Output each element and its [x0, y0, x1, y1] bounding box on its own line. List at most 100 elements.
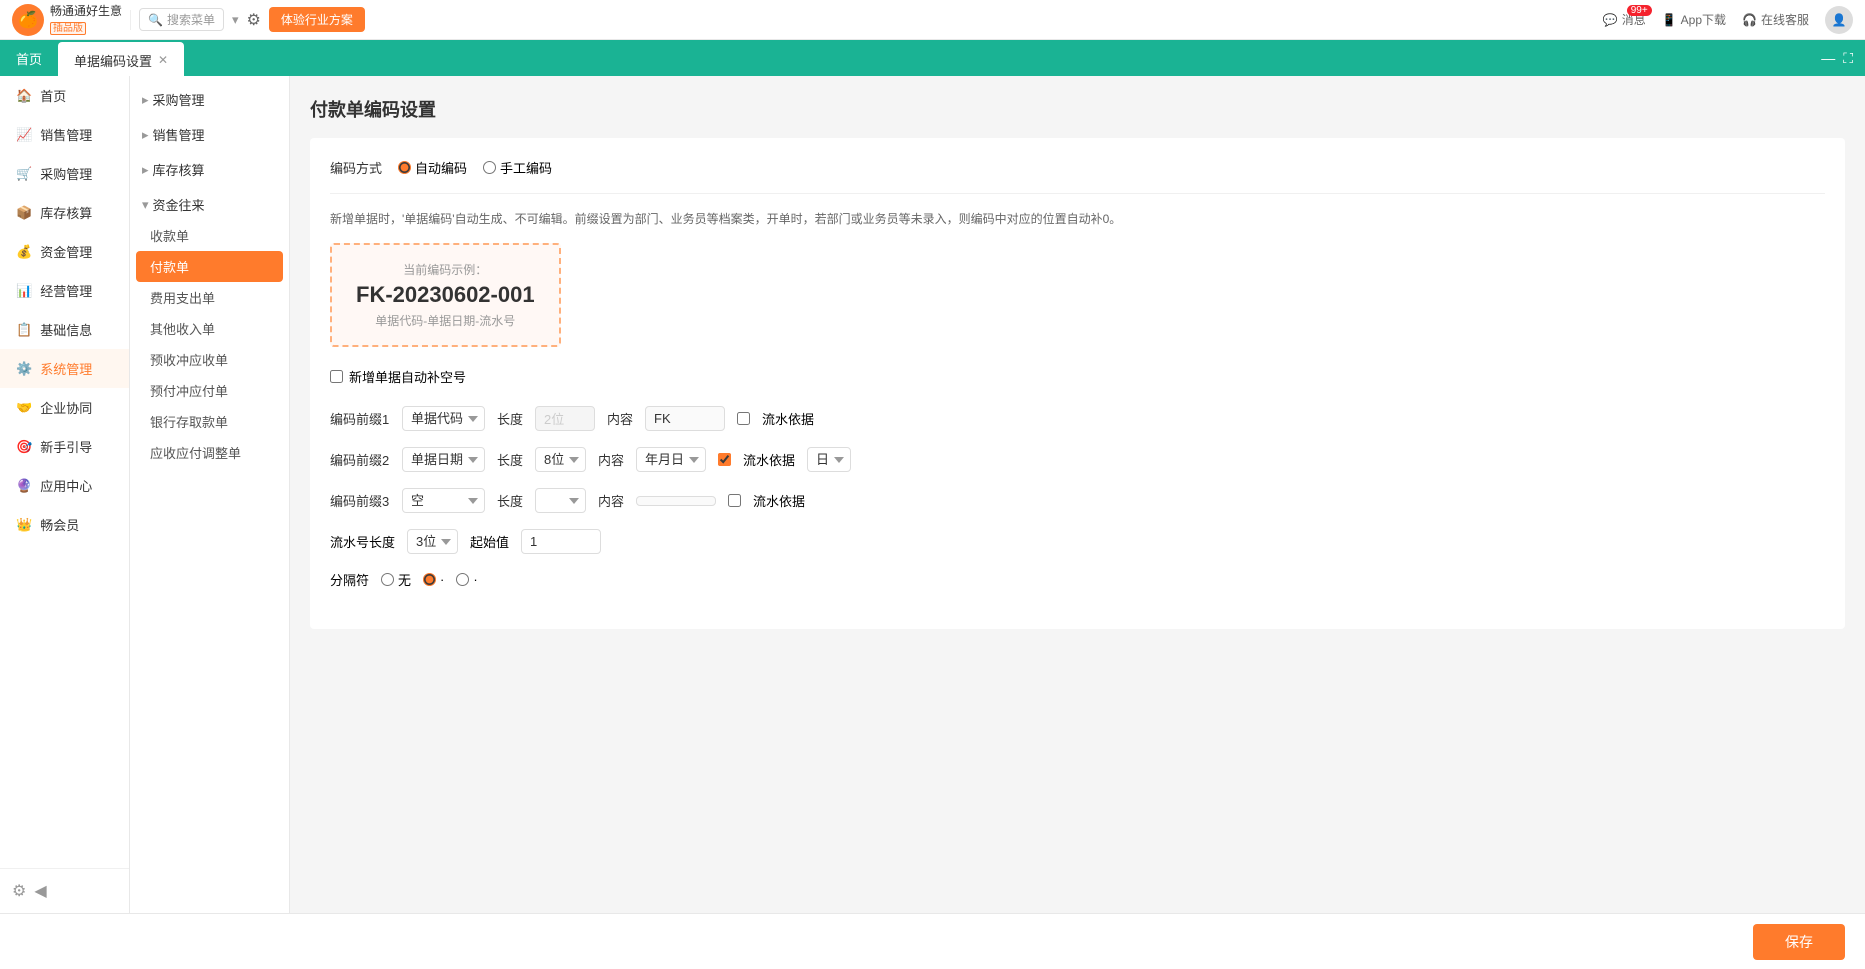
sub-nav-adjust[interactable]: 应收应付调整单 [130, 437, 289, 468]
length1-input [535, 406, 595, 431]
sub-nav-group-purchase: 采购管理 [130, 84, 289, 115]
sub-nav-payment[interactable]: 付款单 [136, 251, 283, 282]
content2-select[interactable]: 年月日 年月 年 [636, 447, 706, 472]
sub-nav-advance-receipt[interactable]: 预收冲应收单 [130, 344, 289, 375]
serial-length-select[interactable]: 3位 4位 5位 [407, 529, 458, 554]
auto-fill-checkbox[interactable] [330, 370, 343, 383]
minimize-icon[interactable]: — [1821, 50, 1835, 67]
sub-nav-finance-title[interactable]: 资金往来 [130, 189, 289, 220]
service-icon: 🎧 [1742, 13, 1757, 27]
content2-label: 内容 [598, 450, 624, 469]
logo-tag: 插品版 [50, 22, 86, 35]
serial1-label: 流水依据 [762, 409, 814, 428]
sidebar: 🏠 首页 📈 销售管理 🛒 采购管理 📦 库存核算 💰 资金管理 📊 经营管理 … [0, 76, 130, 913]
separator-dot2-radio[interactable] [456, 573, 469, 586]
app-label: App下载 [1681, 11, 1726, 28]
sidebar-item-member[interactable]: 👑 畅会员 [0, 505, 129, 544]
dropdown-arrow-icon[interactable]: ▾ [232, 12, 239, 28]
tip-text: 新增单据时，'单据编码'自动生成、不可编辑。前缀设置为部门、业务员等档案类，开单… [330, 210, 1825, 227]
length2-select[interactable]: 8位 6位 4位 [535, 447, 586, 472]
content-area: 付款单编码设置 编码方式 自动编码 手工编码 新增单据时，'单据编码'自动生成 [290, 76, 1865, 913]
sidebar-item-inventory[interactable]: 📦 库存核算 [0, 193, 129, 232]
sidebar-item-finance[interactable]: 💰 资金管理 [0, 232, 129, 271]
search-bar[interactable]: 🔍 搜索菜单 [139, 8, 224, 31]
separator-none-option[interactable]: 无 [381, 570, 411, 589]
message-btn[interactable]: 💬 消息 99+ [1603, 11, 1646, 28]
sub-nav-sales-title[interactable]: 销售管理 [130, 119, 289, 150]
encode-method-row: 编码方式 自动编码 手工编码 [330, 158, 1825, 194]
separator-dot-radio[interactable] [423, 573, 436, 586]
nav-tabs: 首页 单据编码设置 ✕ — ⛶ [0, 40, 1865, 76]
prefix3-select[interactable]: 空 单据代码 单据日期 部门 [402, 488, 485, 513]
prefix1-label: 编码前缀1 [330, 409, 390, 428]
settings-footer-icon[interactable]: ⚙ [12, 881, 26, 901]
topbar: 🍊 畅通通好生意 插品版 🔍 搜索菜单 ▾ ⚙ 体验行业方案 💬 消息 99+ … [0, 0, 1865, 40]
maximize-icon[interactable]: ⛶ [1843, 50, 1853, 67]
auto-encode-radio[interactable] [398, 161, 411, 174]
preview-code: FK-20230602-001 [356, 282, 535, 308]
sub-nav-group-sales: 销售管理 [130, 119, 289, 150]
online-service-btn[interactable]: 🎧 在线客服 [1742, 11, 1809, 28]
separator-none-radio[interactable] [381, 573, 394, 586]
sub-nav-advance-payment[interactable]: 预付冲应付单 [130, 375, 289, 406]
sidebar-item-apps[interactable]: 🔮 应用中心 [0, 466, 129, 505]
sidebar-item-guide[interactable]: 🎯 新手引导 [0, 427, 129, 466]
sub-nav-other-income[interactable]: 其他收入单 [130, 313, 289, 344]
serial2-label: 流水依据 [743, 450, 795, 469]
prefix2-label: 编码前缀2 [330, 450, 390, 469]
length3-label: 长度 [497, 491, 523, 510]
operation-icon: 📊 [16, 283, 32, 299]
sidebar-item-enterprise[interactable]: 🤝 企业协同 [0, 388, 129, 427]
serial2-unit-select[interactable]: 日 月 年 [807, 447, 851, 472]
serial2-checkbox[interactable] [718, 453, 731, 466]
sub-nav-group-finance: 资金往来 收款单 付款单 费用支出单 其他收入单 预收冲应收单 [130, 189, 289, 468]
sidebar-item-base-info[interactable]: 📋 基础信息 [0, 310, 129, 349]
save-button[interactable]: 保存 [1753, 924, 1845, 960]
user-avatar[interactable]: 👤 [1825, 6, 1853, 34]
sub-nav-bank[interactable]: 银行存取款单 [130, 406, 289, 437]
sidebar-item-purchase[interactable]: 🛒 采购管理 [0, 154, 129, 193]
length3-select[interactable]: 2位 4位 [535, 488, 586, 513]
separator-dot2-option[interactable]: · [456, 572, 477, 587]
settings-icon[interactable]: ⚙ [247, 10, 261, 30]
page-title: 付款单编码设置 [310, 96, 1845, 122]
nav-tab-icons: — ⛶ [1821, 50, 1865, 67]
sub-nav-expense[interactable]: 费用支出单 [130, 282, 289, 313]
tab-close-icon[interactable]: ✕ [158, 53, 168, 67]
sidebar-item-sales[interactable]: 📈 销售管理 [0, 115, 129, 154]
manual-encode-radio[interactable] [483, 161, 496, 174]
config-row-3: 编码前缀3 空 单据代码 单据日期 部门 长度 2位 4位 内容 流水依据 [330, 488, 1825, 513]
tab-encode-settings[interactable]: 单据编码设置 ✕ [58, 42, 184, 78]
tab-home[interactable]: 首页 [0, 40, 58, 76]
sidebar-item-operation[interactable]: 📊 经营管理 [0, 271, 129, 310]
sub-nav-inventory-title[interactable]: 库存核算 [130, 154, 289, 185]
config-row-2: 编码前缀2 单据日期 单据代码 部门 空 长度 8位 6位 4位 内容 年月日 … [330, 447, 1825, 472]
auto-encode-option[interactable]: 自动编码 [398, 158, 467, 177]
sub-nav-receipt[interactable]: 收款单 [130, 220, 289, 251]
logo-icon: 🍊 [12, 4, 44, 36]
message-icon: 💬 [1603, 13, 1618, 27]
prefix1-select[interactable]: 单据代码 部门 业务员 空 [402, 406, 485, 431]
prefix2-select[interactable]: 单据日期 单据代码 部门 空 [402, 447, 485, 472]
trial-btn[interactable]: 体验行业方案 [269, 7, 365, 32]
preview-box: 当前编码示例： FK-20230602-001 单据代码-单据日期-流水号 [330, 243, 561, 347]
collapse-icon[interactable]: ◀ [34, 881, 46, 901]
app-download-btn[interactable]: 📱 App下载 [1662, 11, 1726, 28]
serial-length-row: 流水号长度 3位 4位 5位 起始值 [330, 529, 1825, 554]
member-icon: 👑 [16, 517, 32, 533]
sidebar-item-home[interactable]: 🏠 首页 [0, 76, 129, 115]
sidebar-item-system[interactable]: ⚙️ 系统管理 [0, 349, 129, 388]
manual-encode-option[interactable]: 手工编码 [483, 158, 552, 177]
content1-label: 内容 [607, 409, 633, 428]
serial3-label: 流水依据 [753, 491, 805, 510]
base-info-icon: 📋 [16, 322, 32, 338]
separator-dot-option[interactable]: · [423, 572, 444, 587]
sub-nav-purchase-title[interactable]: 采购管理 [130, 84, 289, 115]
tab-encode-label: 单据编码设置 [74, 51, 152, 70]
serial-length-label: 流水号长度 [330, 532, 395, 551]
serial1-checkbox[interactable] [737, 412, 750, 425]
serial3-checkbox[interactable] [728, 494, 741, 507]
start-value-input[interactable] [521, 529, 601, 554]
logo-text: 畅通通好生意 插品版 [50, 4, 122, 35]
separator-dot-label: · [440, 572, 444, 587]
